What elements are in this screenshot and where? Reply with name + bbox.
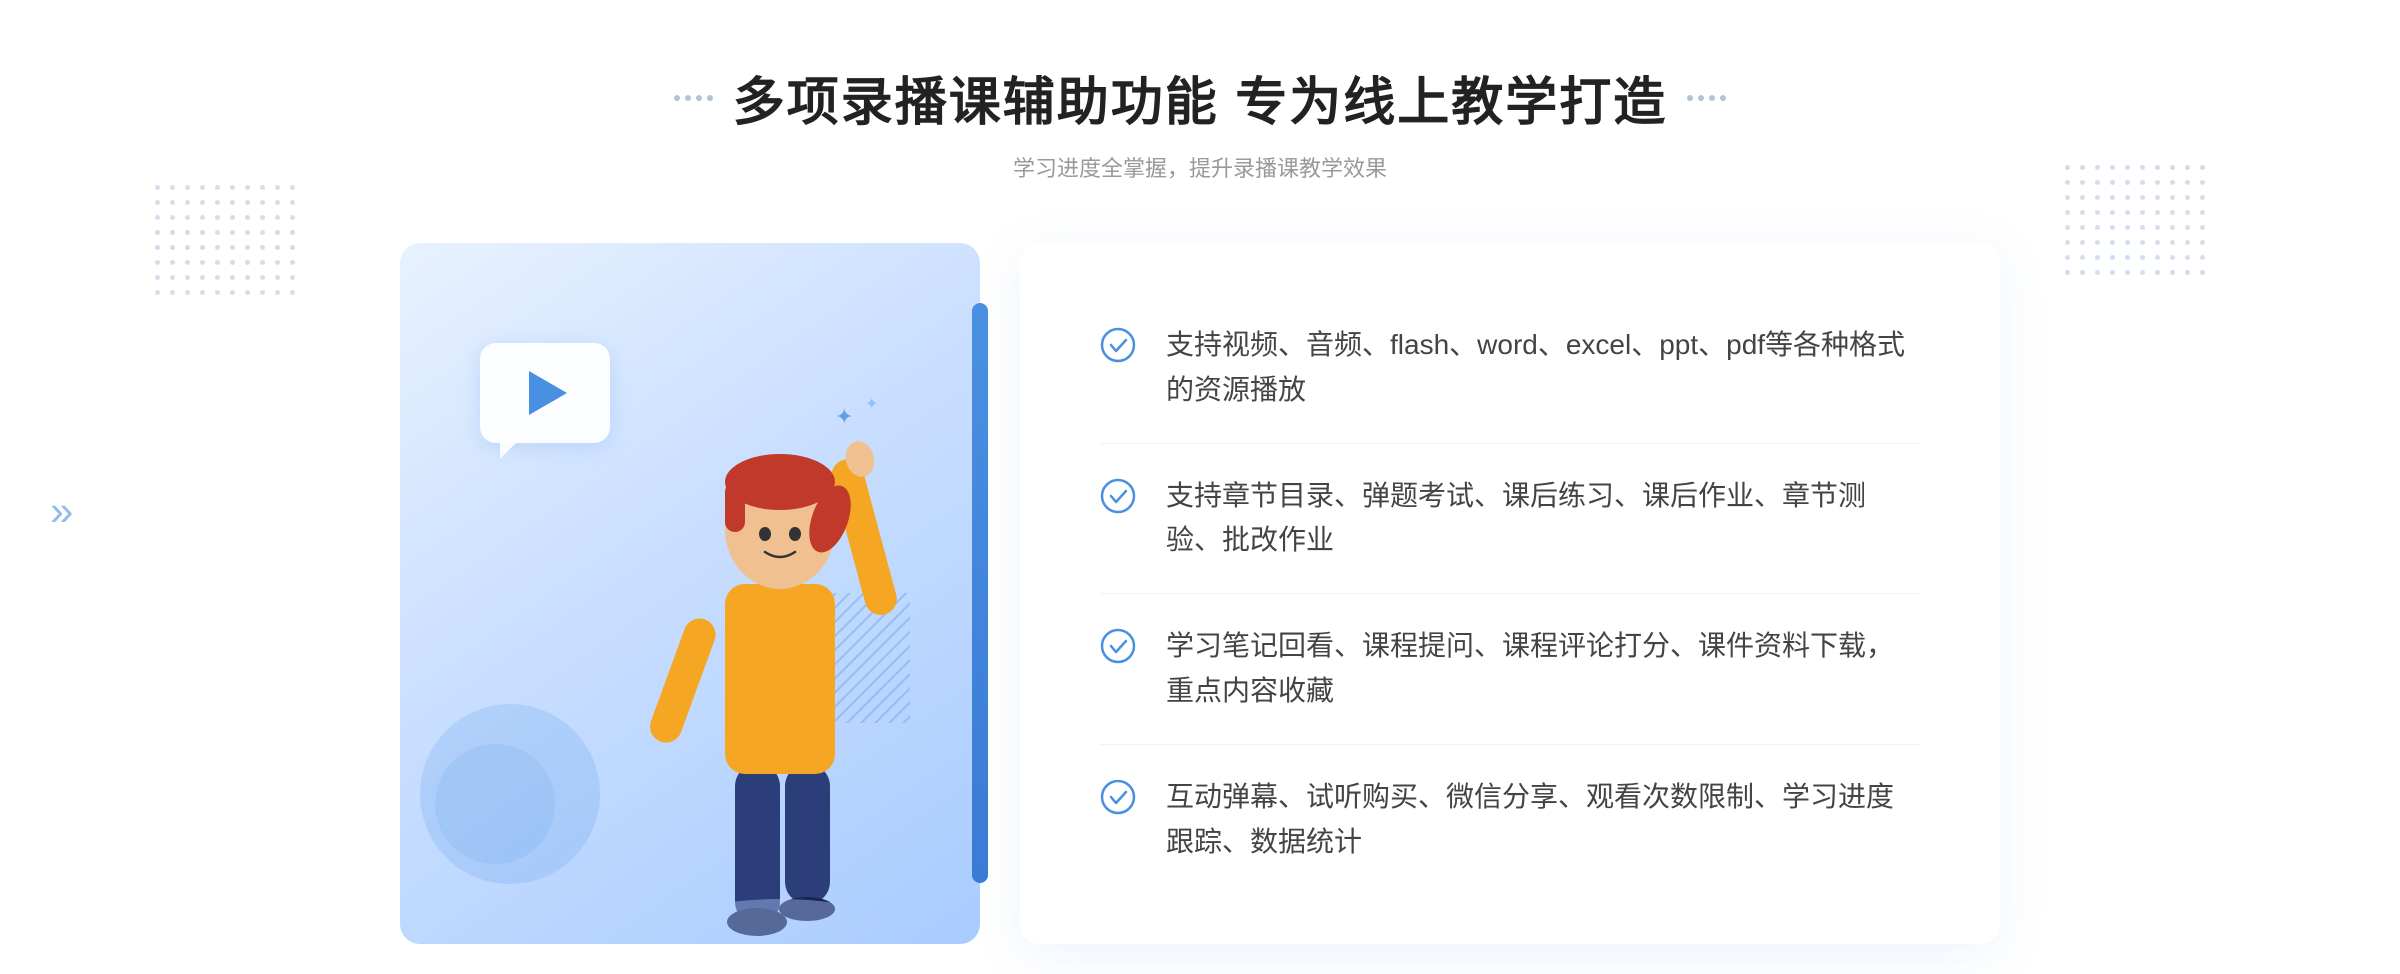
check-icon-3 [1100,628,1136,664]
feature-item-3: 学习笔记回看、课程提问、课程评论打分、课件资料下载，重点内容收藏 [1100,594,1920,745]
check-icon-2 [1100,478,1136,514]
chevron-decoration-left: » [50,490,73,532]
svg-text:✦: ✦ [835,404,853,429]
person-illustration: ✦ ✦ [580,364,960,944]
feature-item-1: 支持视频、音频、flash、word、excel、ppt、pdf等各种格式的资源… [1100,293,1920,444]
content-area: ✦ ✦ 支持视频、音频、flash、word、excel、ppt、pdf等各种格… [400,243,2000,944]
check-icon-1 [1100,327,1136,363]
header-section: 多项录播课辅助功能 专为线上教学打造 学习进度全掌握，提升录播课教学效果 [674,60,1726,183]
feature-item-2: 支持章节目录、弹题考试、课后练习、课后作业、章节测验、批改作业 [1100,444,1920,595]
svg-text:✦: ✦ [865,396,878,413]
feature-text-3: 学习笔记回看、课程提问、课程评论打分、课件资料下载，重点内容收藏 [1166,624,1920,714]
illustration-card: ✦ ✦ [400,243,980,944]
deco-circle-small [435,744,555,864]
feature-text-2: 支持章节目录、弹题考试、课后练习、课后作业、章节测验、批改作业 [1166,474,1920,564]
accent-bar [972,303,988,883]
check-icon-4 [1100,779,1136,815]
page-wrapper: (function(){ const g = document.currentS… [0,0,2400,974]
main-title: 多项录播课辅助功能 专为线上教学打造 [733,60,1667,135]
feature-text-1: 支持视频、音频、flash、word、excel、ppt、pdf等各种格式的资源… [1166,323,1920,413]
decorator-right [1687,95,1726,101]
play-icon [529,371,567,415]
decorator-left [674,95,713,101]
dot-pattern-left: (function(){ const g = document.currentS… [155,185,295,295]
header-decorators: 多项录播课辅助功能 专为线上教学打造 [674,60,1726,135]
dot-pattern-right: (function(){ const g = document.currentS… [2065,165,2205,275]
features-panel: 支持视频、音频、flash、word、excel、ppt、pdf等各种格式的资源… [1020,243,2000,944]
subtitle: 学习进度全掌握，提升录播课教学效果 [674,151,1726,183]
feature-text-4: 互动弹幕、试听购买、微信分享、观看次数限制、学习进度跟踪、数据统计 [1166,775,1920,865]
feature-item-4: 互动弹幕、试听购买、微信分享、观看次数限制、学习进度跟踪、数据统计 [1100,745,1920,895]
